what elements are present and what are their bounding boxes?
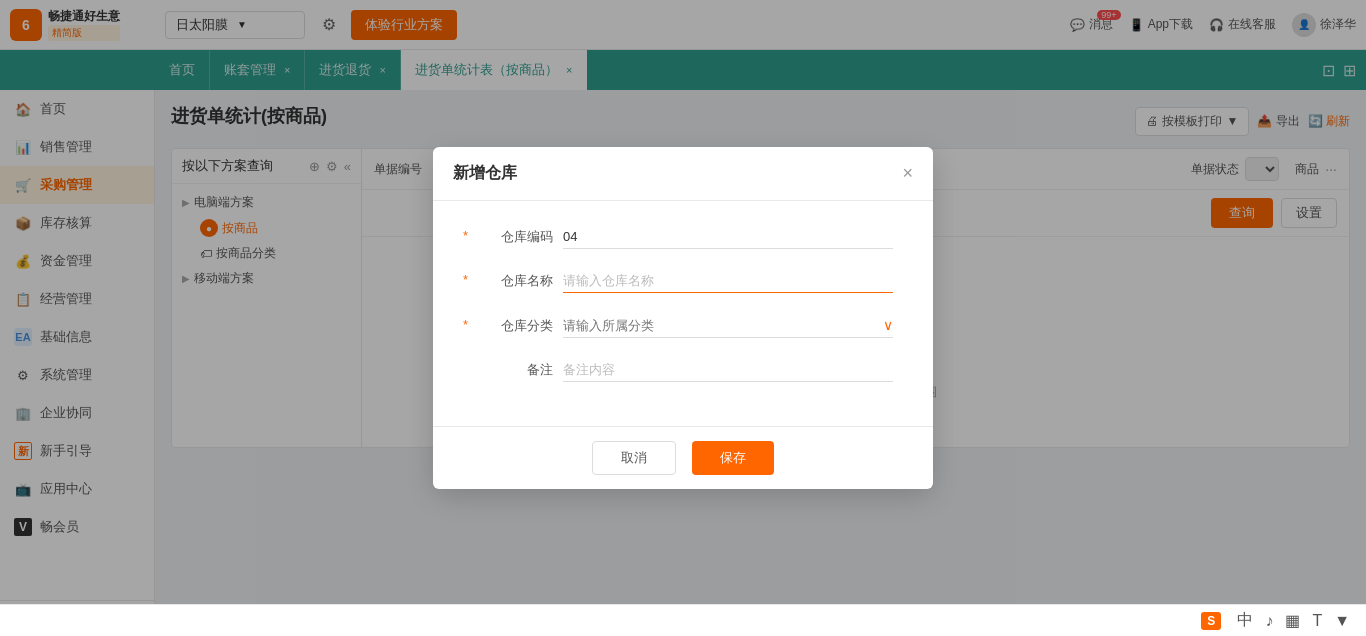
category-chevron-icon: ∨	[883, 317, 893, 333]
modal-footer: 取消 保存	[433, 426, 933, 489]
field-code-label: 仓库编码	[473, 228, 553, 246]
bottom-t-icon[interactable]: T	[1312, 612, 1322, 630]
modal-body: 仓库编码 仓库名称 仓库分类 ∨ 备注	[433, 201, 933, 426]
bottom-mic-icon[interactable]: ♪	[1265, 612, 1273, 630]
form-row-code: 仓库编码	[473, 225, 893, 249]
field-name-input[interactable]	[563, 269, 893, 293]
field-name-label: 仓库名称	[473, 272, 553, 290]
modal-title: 新增仓库	[453, 163, 517, 184]
field-remark-label: 备注	[473, 361, 553, 379]
modal-close-button[interactable]: ×	[902, 163, 913, 184]
s-logo: S	[1201, 612, 1221, 630]
cancel-button[interactable]: 取消	[592, 441, 676, 475]
field-category-select[interactable]: ∨	[563, 313, 893, 338]
modal-header: 新增仓库 ×	[433, 147, 933, 201]
modal-overlay[interactable]: 新增仓库 × 仓库编码 仓库名称 仓库分类 ∨	[0, 0, 1366, 636]
field-category-input[interactable]	[563, 318, 883, 333]
bottom-zh-icon[interactable]: 中	[1237, 610, 1253, 631]
field-remark-input[interactable]	[563, 358, 893, 382]
modal-new-warehouse: 新增仓库 × 仓库编码 仓库名称 仓库分类 ∨	[433, 147, 933, 489]
bottom-grid-icon[interactable]: ▦	[1285, 611, 1300, 630]
form-row-name: 仓库名称	[473, 269, 893, 293]
bottom-arrow-icon[interactable]: ▼	[1334, 612, 1350, 630]
save-button[interactable]: 保存	[692, 441, 774, 475]
field-category-label: 仓库分类	[473, 317, 553, 335]
bottom-bar: S 中 ♪ ▦ T ▼	[0, 604, 1366, 636]
form-row-category: 仓库分类 ∨	[473, 313, 893, 338]
form-row-remark: 备注	[473, 358, 893, 382]
field-code-input[interactable]	[563, 225, 893, 249]
